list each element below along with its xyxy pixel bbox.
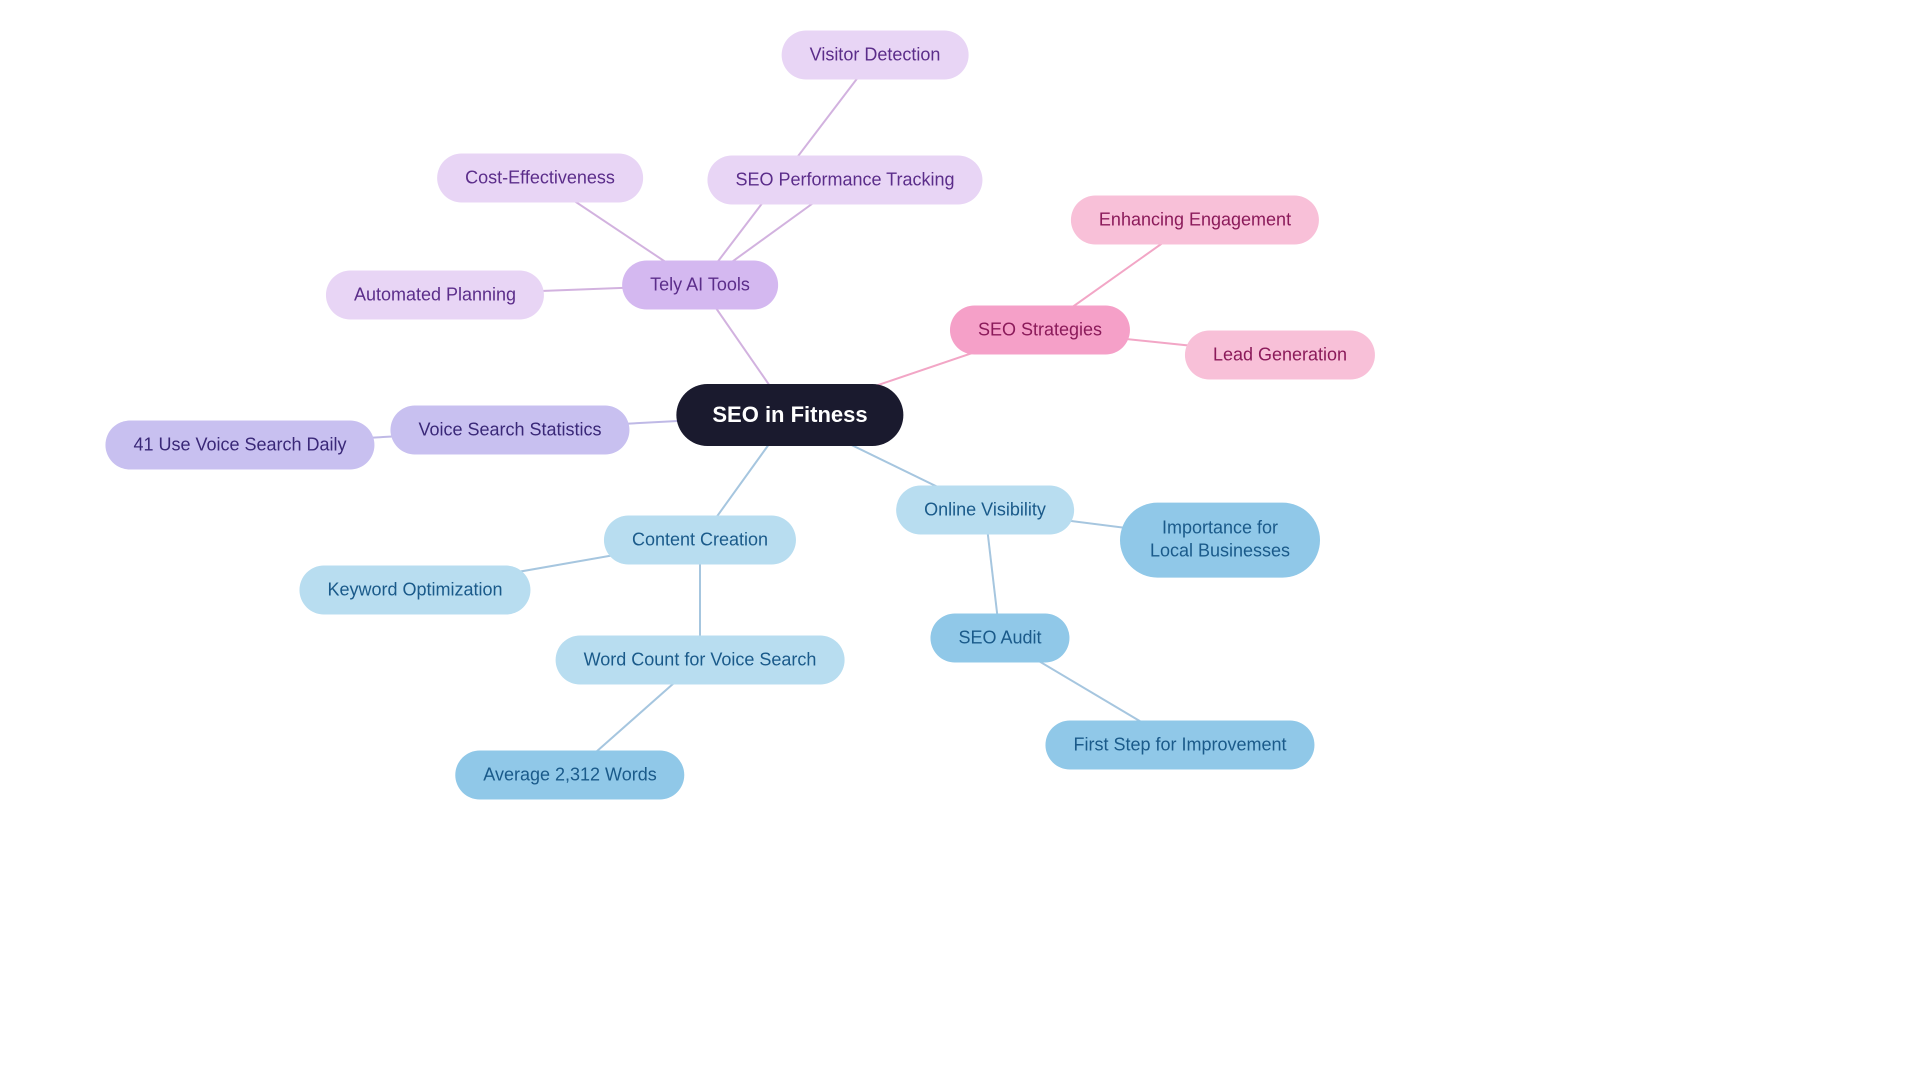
importance-local-businesses-node: Importance for Local Businesses bbox=[1120, 503, 1320, 578]
lead-generation-node: Lead Generation bbox=[1185, 331, 1375, 380]
visitor-detection-node: Visitor Detection bbox=[782, 31, 969, 80]
word-count-voice-search-node: Word Count for Voice Search bbox=[556, 636, 845, 685]
content-creation-node: Content Creation bbox=[604, 516, 796, 565]
keyword-optimization-node: Keyword Optimization bbox=[299, 566, 530, 615]
seo-audit-node: SEO Audit bbox=[930, 614, 1069, 663]
center-label: SEO in Fitness bbox=[712, 402, 867, 428]
41-use-voice-search-node: 41 Use Voice Search Daily bbox=[105, 421, 374, 470]
online-visibility-node: Online Visibility bbox=[896, 486, 1074, 535]
seo-performance-tracking-node: SEO Performance Tracking bbox=[707, 156, 982, 205]
automated-planning-node: Automated Planning bbox=[326, 271, 544, 320]
cost-effectiveness-node: Cost-Effectiveness bbox=[437, 154, 643, 203]
mind-map: SEO in Fitness Visitor Detection SEO Perf… bbox=[0, 0, 1920, 1083]
seo-strategies-node: SEO Strategies bbox=[950, 306, 1130, 355]
center-node: SEO in Fitness bbox=[676, 384, 903, 446]
voice-search-statistics-node: Voice Search Statistics bbox=[390, 406, 629, 455]
enhancing-engagement-node: Enhancing Engagement bbox=[1071, 196, 1319, 245]
first-step-improvement-node: First Step for Improvement bbox=[1045, 721, 1314, 770]
average-2312-words-node: Average 2,312 Words bbox=[455, 751, 684, 800]
tely-ai-tools-node: Tely AI Tools bbox=[622, 261, 778, 310]
